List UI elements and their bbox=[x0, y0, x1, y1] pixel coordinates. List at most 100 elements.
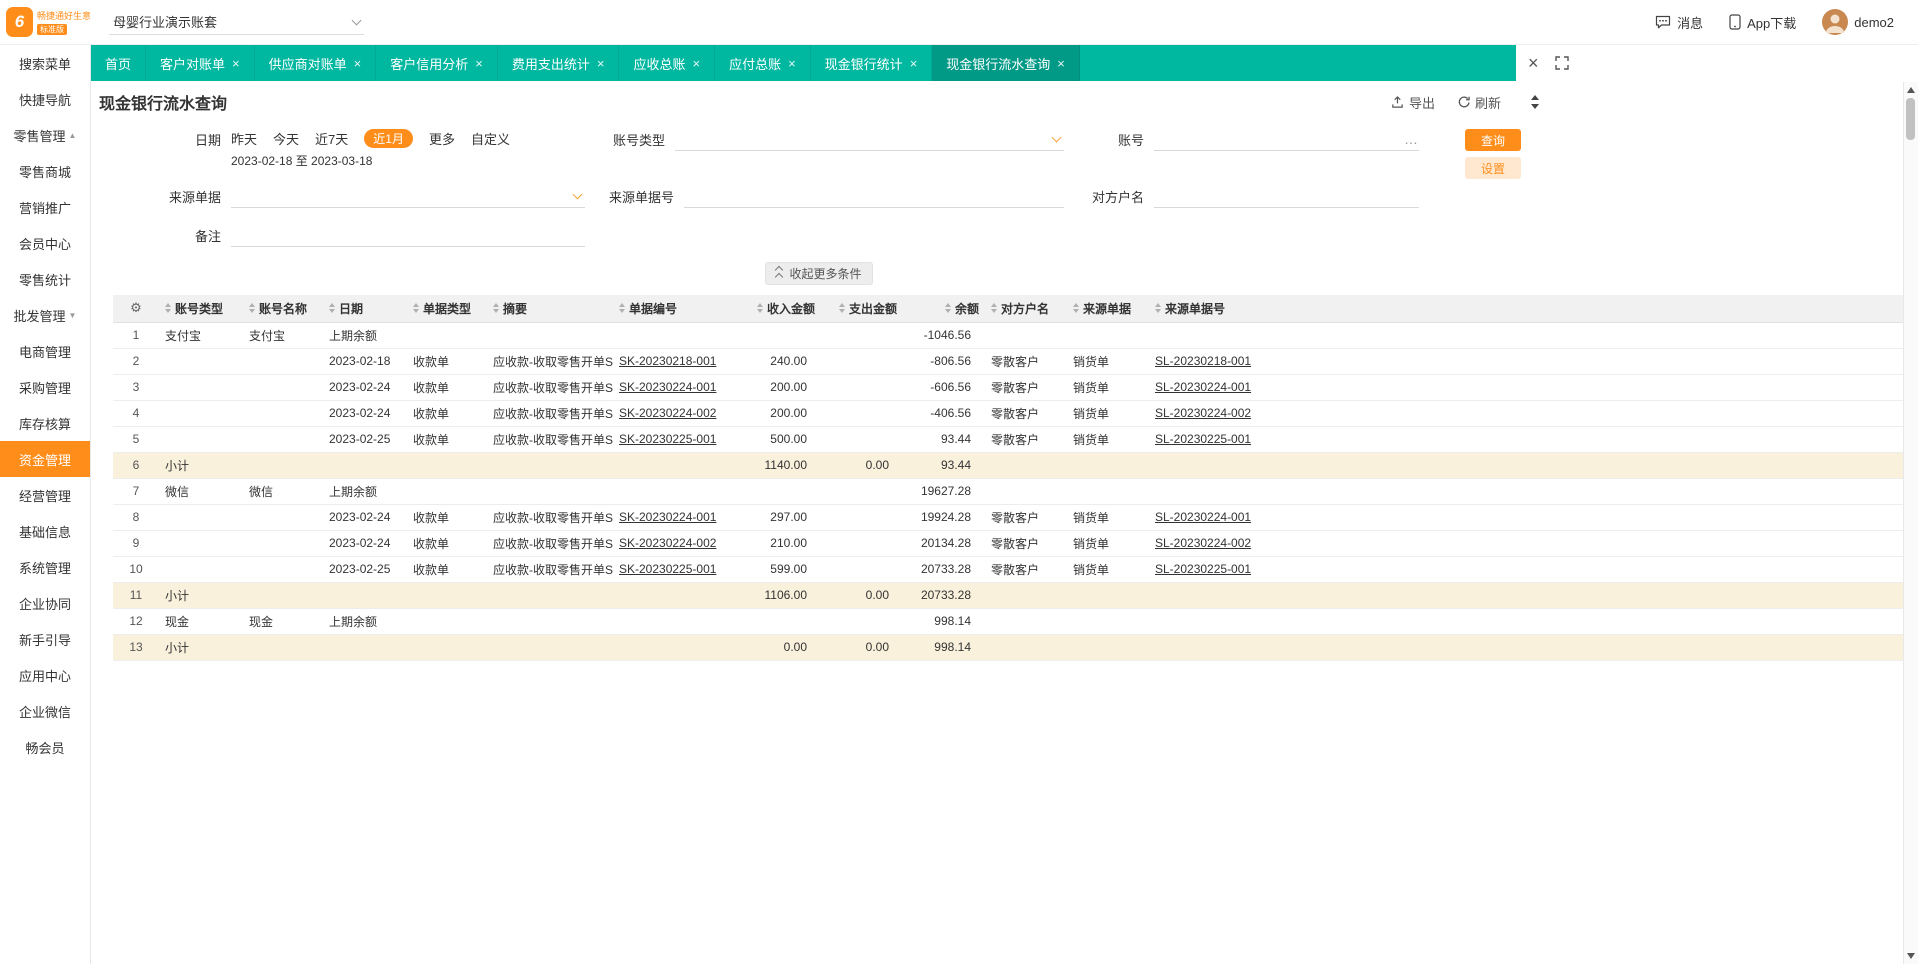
source-doc-no-field[interactable] bbox=[684, 184, 1064, 208]
document-link[interactable]: SK-20230225-001 bbox=[619, 432, 716, 446]
column-settings-gear-icon[interactable]: ⚙ bbox=[130, 300, 142, 316]
table-row-subtotal[interactable]: 11 小计 1106.00 0.00 20733.28 bbox=[113, 582, 1918, 609]
date-option-今天[interactable]: 今天 bbox=[273, 129, 299, 148]
settings-button[interactable]: 设置 bbox=[1465, 157, 1521, 179]
sidebar-item-应用中心[interactable]: 应用中心 bbox=[0, 657, 90, 693]
date-option-昨天[interactable]: 昨天 bbox=[231, 129, 257, 148]
document-link[interactable]: SL-20230224-001 bbox=[1155, 380, 1251, 394]
counterparty-field[interactable] bbox=[1154, 184, 1419, 208]
column-header-date[interactable]: 日期 bbox=[323, 295, 407, 323]
document-link[interactable]: SL-20230225-001 bbox=[1155, 432, 1251, 446]
tab-现金银行流水查询[interactable]: 现金银行流水查询 × bbox=[932, 45, 1080, 81]
table-row[interactable]: 2 2023-02-18收款单应收款-收取零售开单SL-2 SK-20230218-… bbox=[113, 348, 1918, 375]
source-doc-input[interactable] bbox=[231, 185, 574, 206]
messages-button[interactable]: 消息 bbox=[1655, 13, 1703, 32]
column-header-counterparty[interactable]: 对方户名 bbox=[985, 295, 1067, 323]
sidebar-item-零售商城[interactable]: 零售商城 bbox=[0, 153, 90, 189]
sort-icon[interactable] bbox=[756, 303, 763, 314]
document-link[interactable]: SK-20230218-001 bbox=[619, 354, 716, 368]
sidebar-item-搜索菜单[interactable]: 搜索菜单 bbox=[0, 45, 90, 81]
sort-icon[interactable] bbox=[991, 303, 997, 314]
column-header-account_type[interactable]: 账号类型 bbox=[159, 295, 243, 323]
tab-费用支出统计[interactable]: 费用支出统计 × bbox=[498, 45, 620, 81]
sidebar-item-资金管理[interactable]: 资金管理 bbox=[0, 441, 90, 477]
sidebar-item-企业协同[interactable]: 企业协同 bbox=[0, 585, 90, 621]
remark-input[interactable] bbox=[231, 224, 585, 245]
sidebar-item-营销推广[interactable]: 营销推广 bbox=[0, 189, 90, 225]
source-doc-select[interactable] bbox=[231, 184, 585, 208]
tab-应付总账[interactable]: 应付总账 × bbox=[715, 45, 811, 81]
scrollbar-down-icon[interactable] bbox=[1907, 953, 1915, 959]
table-row[interactable]: 5 2023-02-25收款单应收款-收取零售开单SL-2 SK-20230225-… bbox=[113, 426, 1918, 453]
sidebar-item-会员中心[interactable]: 会员中心 bbox=[0, 225, 90, 261]
document-link[interactable]: SL-20230224-001 bbox=[1155, 510, 1251, 524]
column-header-expense[interactable]: 支出金额 bbox=[821, 295, 903, 323]
table-row[interactable]: 8 2023-02-24收款单应收款-收取零售开单SL-2 SK-20230224-… bbox=[113, 504, 1918, 531]
document-link[interactable]: SL-20230225-001 bbox=[1155, 562, 1251, 576]
sidebar-item-系统管理[interactable]: 系统管理 bbox=[0, 549, 90, 585]
sort-icon[interactable] bbox=[838, 303, 845, 314]
document-link[interactable]: SL-20230218-001 bbox=[1155, 354, 1251, 368]
document-link[interactable]: SK-20230225-001 bbox=[619, 562, 716, 576]
sort-icon[interactable] bbox=[493, 303, 499, 314]
sort-icon[interactable] bbox=[944, 303, 951, 314]
sidebar-item-经营管理[interactable]: 经营管理 bbox=[0, 477, 90, 513]
user-menu[interactable]: demo2 bbox=[1822, 9, 1894, 35]
document-link[interactable]: SK-20230224-002 bbox=[619, 406, 716, 420]
sidebar-item-采购管理[interactable]: 采购管理 bbox=[0, 369, 90, 405]
close-tabs-button[interactable]: × bbox=[1528, 54, 1539, 72]
column-header-doc_type[interactable]: 单据类型 bbox=[407, 295, 487, 323]
table-row[interactable]: 1 支付宝 支付宝 上期余额 -1046.56 bbox=[113, 322, 1918, 349]
account-input[interactable] bbox=[1154, 128, 1400, 149]
query-button[interactable]: 查询 bbox=[1465, 129, 1521, 151]
sidebar-item-批发管理[interactable]: 批发管理 ▼ bbox=[0, 297, 90, 333]
sidebar-item-库存核算[interactable]: 库存核算 bbox=[0, 405, 90, 441]
date-range-value[interactable]: 2023-02-18 至 2023-03-18 bbox=[231, 152, 510, 169]
column-header-source_doc_no[interactable]: 来源单据号 bbox=[1149, 295, 1918, 323]
table-row[interactable]: 7 微信 微信 上期余额 19627.28 bbox=[113, 478, 1918, 505]
sort-icon[interactable] bbox=[413, 303, 419, 314]
sort-icon[interactable] bbox=[329, 303, 335, 314]
tab-客户对账单[interactable]: 客户对账单 × bbox=[146, 45, 255, 81]
account-type-select[interactable] bbox=[675, 127, 1064, 151]
scrollbar-up-icon[interactable] bbox=[1907, 87, 1915, 93]
column-header-income[interactable]: 收入金额 bbox=[735, 295, 821, 323]
tab-首页[interactable]: 首页 bbox=[91, 45, 147, 81]
source-doc-no-input[interactable] bbox=[684, 185, 1064, 206]
document-link[interactable]: SK-20230224-002 bbox=[619, 536, 716, 550]
sidebar-item-电商管理[interactable]: 电商管理 bbox=[0, 333, 90, 369]
account-more-button[interactable]: … bbox=[1404, 132, 1419, 146]
tab-close-icon[interactable]: × bbox=[910, 56, 918, 71]
column-header-doc_no[interactable]: 单据编号 bbox=[613, 295, 735, 323]
column-header-num[interactable]: ⚙ bbox=[113, 295, 159, 323]
sort-icon[interactable] bbox=[165, 303, 171, 314]
panel-scroll-arrows[interactable] bbox=[1531, 95, 1539, 109]
account-type-input[interactable] bbox=[675, 128, 1053, 149]
app-download-button[interactable]: App下载 bbox=[1729, 13, 1796, 32]
sort-icon[interactable] bbox=[1073, 303, 1079, 314]
remark-field[interactable] bbox=[231, 223, 585, 247]
date-option-近1月[interactable]: 近1月 bbox=[364, 129, 413, 148]
tab-close-icon[interactable]: × bbox=[232, 56, 240, 71]
date-option-自定义[interactable]: 自定义 bbox=[471, 129, 510, 148]
scrollbar-thumb[interactable] bbox=[1906, 98, 1915, 140]
collapse-conditions-button[interactable]: 收起更多条件 bbox=[765, 262, 873, 285]
sidebar-item-零售统计[interactable]: 零售统计 bbox=[0, 261, 90, 297]
sidebar-item-企业微信[interactable]: 企业微信 bbox=[0, 693, 90, 729]
sort-icon[interactable] bbox=[619, 303, 625, 314]
tab-供应商对账单[interactable]: 供应商对账单 × bbox=[255, 45, 377, 81]
date-option-近7天[interactable]: 近7天 bbox=[315, 129, 348, 148]
document-link[interactable]: SK-20230224-001 bbox=[619, 510, 716, 524]
export-button[interactable]: 导出 bbox=[1391, 93, 1435, 112]
table-row-subtotal[interactable]: 6 小计 1140.00 0.00 93.44 bbox=[113, 452, 1918, 479]
vertical-scrollbar[interactable] bbox=[1903, 82, 1918, 964]
tab-close-icon[interactable]: × bbox=[788, 56, 796, 71]
refresh-button[interactable]: 刷新 bbox=[1457, 93, 1501, 112]
counterparty-input[interactable] bbox=[1154, 185, 1419, 206]
sidebar-item-畅会员[interactable]: 畅会员 bbox=[0, 729, 90, 765]
document-link[interactable]: SL-20230224-002 bbox=[1155, 406, 1251, 420]
table-row[interactable]: 3 2023-02-24收款单应收款-收取零售开单SL-2 SK-20230224-… bbox=[113, 374, 1918, 401]
account-field[interactable]: … bbox=[1154, 127, 1419, 151]
document-link[interactable]: SL-20230224-002 bbox=[1155, 536, 1251, 550]
column-header-account_name[interactable]: 账号名称 bbox=[243, 295, 323, 323]
